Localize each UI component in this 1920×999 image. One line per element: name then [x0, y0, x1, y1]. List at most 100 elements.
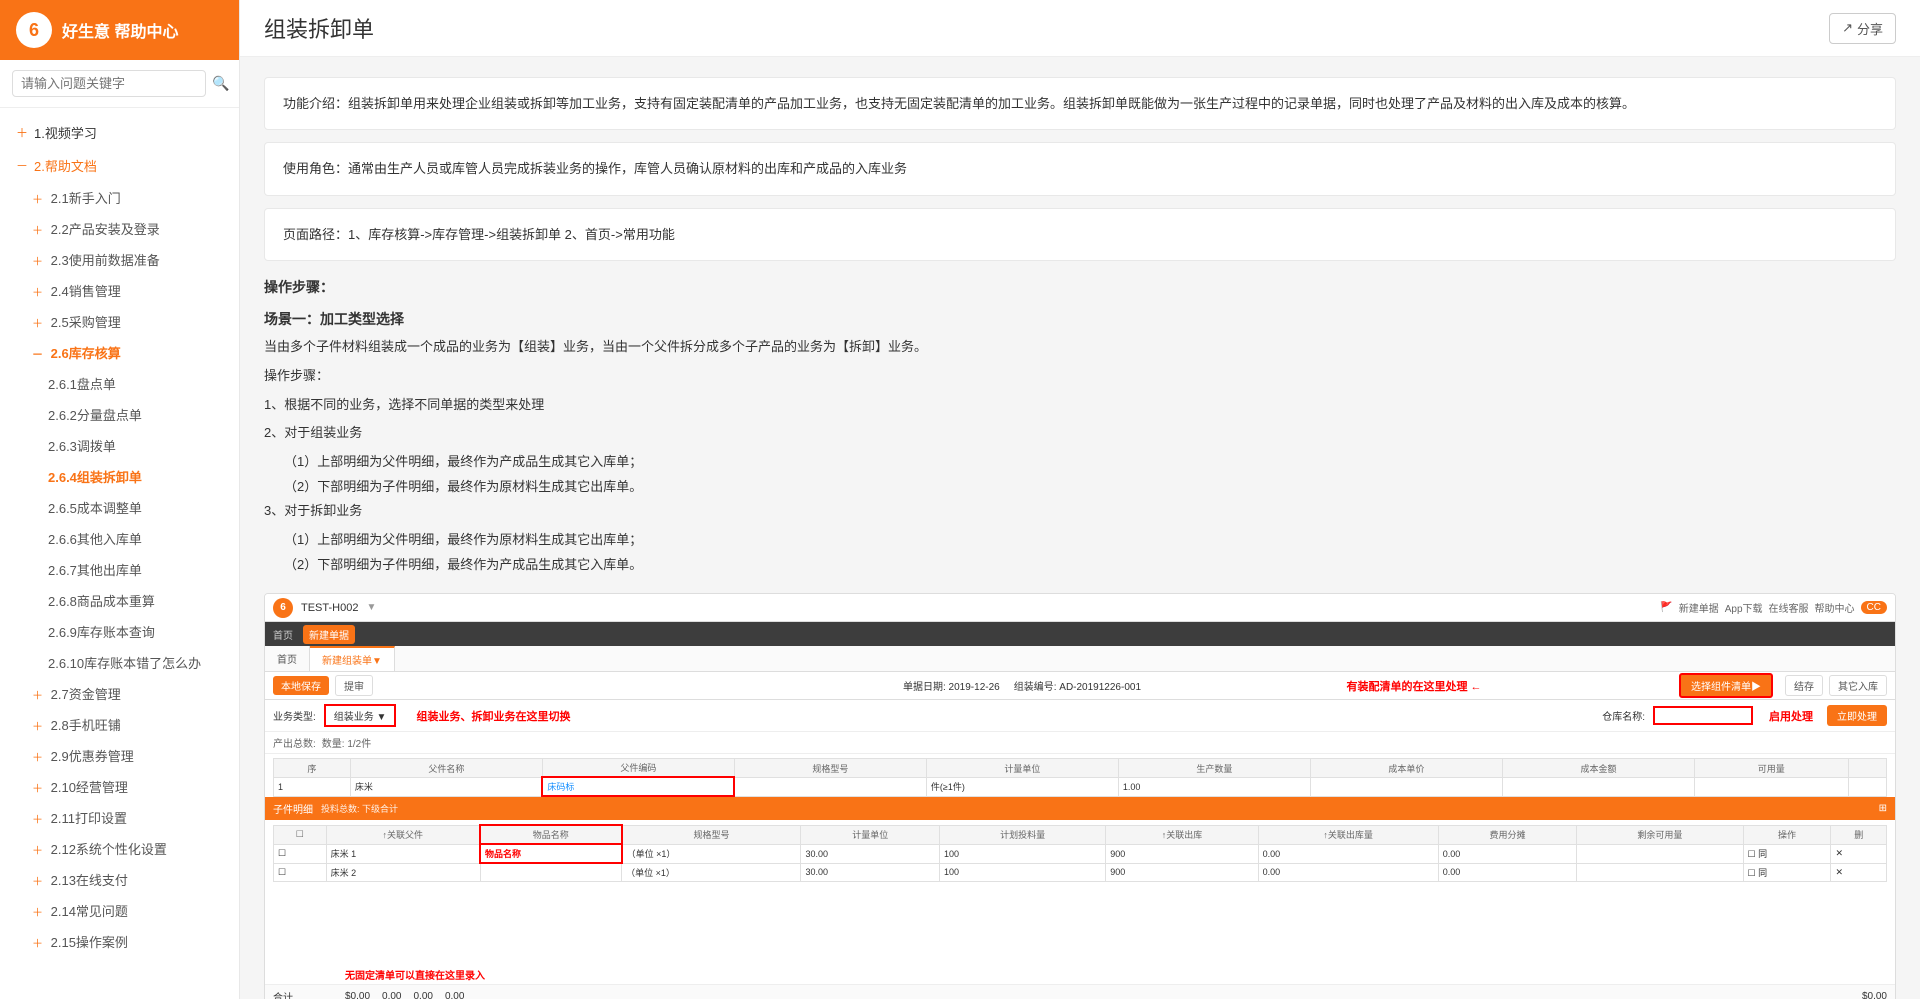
sidebar-item-2-6-3[interactable]: 2.6.3调拨单: [0, 430, 239, 461]
sidebar-item-2-11[interactable]: ＋ 2.11打印设置: [0, 802, 239, 833]
cell2-plan-2: 100: [940, 863, 1106, 881]
sidebar-item-2-15[interactable]: ＋ 2.15操作案例: [0, 926, 239, 957]
tab-home[interactable]: 首页: [265, 646, 310, 671]
app-selector: ▼: [366, 602, 376, 613]
search-input[interactable]: [12, 70, 206, 97]
minus-icon: －: [16, 157, 28, 174]
share-button[interactable]: ↗ 分享: [1829, 13, 1896, 44]
main-content: 组装拆卸单 ↗ 分享 功能介绍：组装拆卸单用来处理企业组装或拆卸等加工业务，支持…: [240, 0, 1920, 999]
sidebar-item-2-6-5[interactable]: 2.6.5成本调整单: [0, 492, 239, 523]
field-warehouse-input[interactable]: [1653, 706, 1753, 725]
annotation-1: 有装配清单的在这里处理 ←: [1155, 678, 1673, 694]
step-1: 1、根据不同的业务，选择不同单据的类型来处理: [264, 393, 1896, 418]
col2-remaining: 剩余可用量: [1577, 825, 1743, 844]
toolbar-delete[interactable]: 提审: [335, 675, 373, 696]
cell2-cost-2: 0.00: [1258, 863, 1438, 881]
sidebar-item-2-7[interactable]: ＋ 2.7资金管理: [0, 678, 239, 709]
sidebar-item-2-6-9[interactable]: 2.6.9库存账本查询: [0, 616, 239, 647]
scenario-desc: 当由多个子件材料组装成一个成品的业务为【组装】业务，当由一个父件拆分成多个子产品…: [264, 335, 1896, 360]
sidebar-item-2-8[interactable]: ＋ 2.8手机旺铺: [0, 709, 239, 740]
sidebar-item-2-6-8[interactable]: 2.6.8商品成本重算: [0, 585, 239, 616]
nav-sales: 新建单据: [303, 625, 355, 644]
steps-title: 操作步骤：: [264, 277, 1896, 297]
table-row: ☐ 床米 1 物品名称 （单位 ×1） 30.00 100 900 0.00 0…: [274, 844, 1887, 863]
sidebar-item-2-6[interactable]: － 2.6库存核算: [0, 337, 239, 368]
col-available: 可用量: [1694, 759, 1848, 778]
sidebar-item-2-12[interactable]: ＋ 2.12系统个性化设置: [0, 833, 239, 864]
col2-name: 物品名称: [480, 825, 622, 844]
sidebar-item-help-docs[interactable]: － 2.帮助文档: [0, 149, 239, 182]
sub-label-row: 产出总数: 数量: 1/2件: [265, 732, 1895, 754]
sidebar-item-2-5[interactable]: ＋ 2.5采购管理: [0, 306, 239, 337]
table-row: [274, 897, 1887, 913]
col2-check: ☐: [274, 825, 327, 844]
col-father-name: 父件名称: [350, 759, 542, 778]
lower-section-header: 子件明细 投料总数: 下级合计 ⊞: [265, 797, 1895, 820]
btn-confirm[interactable]: 立即处理: [1827, 705, 1887, 726]
sidebar-item-2-6-1[interactable]: 2.6.1盘点单: [0, 368, 239, 399]
annotation-3: 启用处理: [1769, 708, 1813, 724]
footer-qty3: 0.00: [414, 991, 433, 999]
lower-title: 子件明细: [273, 801, 313, 816]
col-count: 生产数量: [1118, 759, 1310, 778]
step-2: 2、对于组装业务: [264, 421, 1896, 446]
sidebar-item-2-6-2[interactable]: 2.6.2分量盘点单: [0, 399, 239, 430]
form-fields: 业务类型: 组装业务 ▼ 组装业务、拆卸业务在这里切换 仓库名称: 启用处理 立…: [265, 700, 1895, 732]
col2-amount: 费用分摊: [1438, 825, 1577, 844]
nav-tree: ＋ 1.视频学习 － 2.帮助文档 ＋ 2.1新手入门 ＋ 2.2产品安装及登录…: [0, 108, 239, 999]
sidebar-item-2-10[interactable]: ＋ 2.10经营管理: [0, 771, 239, 802]
col2-actual: ↑关联出库: [1106, 825, 1258, 844]
toolbar-more[interactable]: 其它入库: [1829, 675, 1887, 696]
plus-icon: ＋: [16, 124, 28, 141]
sidebar-item-video-learning[interactable]: ＋ 1.视频学习: [0, 116, 239, 149]
app-toolbar: 本地保存 提审 单据日期: 2019-12-26 组装编号: AD-201912…: [265, 672, 1895, 700]
cell2-actual: 900: [1106, 844, 1258, 863]
sidebar-item-2-2[interactable]: ＋ 2.2产品安装及登录: [0, 213, 239, 244]
sub-qty-label: 产出总数:: [273, 735, 316, 750]
cell2-name-2: [480, 863, 622, 881]
steps-list: 操作步骤： 1、根据不同的业务，选择不同单据的类型来处理 2、对于组装业务 （1…: [264, 364, 1896, 578]
app-company: TEST-H002: [301, 602, 358, 614]
upper-table-container: 序 父件名称 父件编码 规格型号 计量单位 生产数量 成本单价 成本金额 可用量: [265, 758, 1895, 797]
cell-code-val: 床码标: [547, 782, 574, 792]
sidebar-item-2-9[interactable]: ＋ 2.9优惠券管理: [0, 740, 239, 771]
toolbar-save[interactable]: 结存: [1785, 675, 1823, 696]
toolbar-action[interactable]: 选择组件清单▶: [1679, 673, 1773, 698]
app-screenshot: 6 TEST-H002 ▼ 🚩 新建单据 App下载 在线客服 帮助中心 CC: [265, 594, 1895, 999]
step-2-1: （1）上部明细为父件明细，最终作为产成品生成其它入库单；: [264, 450, 1896, 475]
search-icon[interactable]: 🔍: [212, 75, 229, 92]
sidebar-item-2-6-6[interactable]: 2.6.6其他入库单: [0, 523, 239, 554]
footer-qty4: 0.00: [445, 991, 464, 999]
col-total: 成本金额: [1502, 759, 1694, 778]
app-icon-help: 在线客服: [1769, 600, 1809, 615]
step-2-2: （2）下部明细为子件明细，最终作为原材料生成其它出库单。: [264, 475, 1896, 500]
share-icon: ↗: [1842, 20, 1853, 36]
plus-icon: ＋: [32, 876, 43, 888]
intro-block: 功能介绍：组装拆卸单用来处理企业组装或拆卸等加工业务，支持有固定装配清单的产品加…: [264, 77, 1896, 130]
tab-assembly[interactable]: 新建组装单▼: [310, 646, 395, 671]
cell2-remaining: [1577, 844, 1743, 863]
sidebar-item-2-1[interactable]: ＋ 2.1新手入门: [0, 182, 239, 213]
sidebar-item-2-4[interactable]: ＋ 2.4销售管理: [0, 275, 239, 306]
col2-plan: 计划投料量: [940, 825, 1106, 844]
cell2-ops: ☐ 同: [1743, 844, 1831, 863]
table-row: 1 床米 床码标 件(≥1件) 1.00: [274, 777, 1887, 796]
sidebar-item-2-6-7[interactable]: 2.6.7其他出库单: [0, 554, 239, 585]
sidebar-item-2-3[interactable]: ＋ 2.3使用前数据准备: [0, 244, 239, 275]
cell2-check: ☐: [274, 844, 327, 863]
field-type-value[interactable]: 组装业务 ▼: [324, 704, 397, 727]
role-block: 使用角色：通常由生产人员或库管人员完成拆装业务的操作，库管人员确认原材料的出库和…: [264, 142, 1896, 195]
sidebar-item-2-14[interactable]: ＋ 2.14常见问题: [0, 895, 239, 926]
lower-table-container: ☐ ↑关联父件 物品名称 规格型号 计量单位 计划投料量 ↑关联出库 ↑关联出库…: [265, 824, 1895, 961]
sidebar-item-2-6-10[interactable]: 2.6.10库存账本错了怎么办: [0, 647, 239, 678]
page-title: 组装拆卸单: [264, 12, 374, 44]
intro-text: 功能介绍：组装拆卸单用来处理企业组装或拆卸等加工业务，支持有固定装配清单的产品加…: [283, 96, 1635, 111]
step-3-1: （1）上部明细为父件明细，最终作为原材料生成其它出库单；: [264, 528, 1896, 553]
cell-seq: 1: [274, 777, 351, 796]
step-0: 操作步骤：: [264, 364, 1896, 389]
app-navbar: 首页 新建单据: [265, 622, 1895, 646]
toolbar-new[interactable]: 本地保存: [273, 676, 329, 695]
sidebar-item-2-6-4[interactable]: 2.6.4组装拆卸单: [0, 461, 239, 492]
logo: 6: [16, 12, 52, 48]
sidebar-item-2-13[interactable]: ＋ 2.13在线支付: [0, 864, 239, 895]
